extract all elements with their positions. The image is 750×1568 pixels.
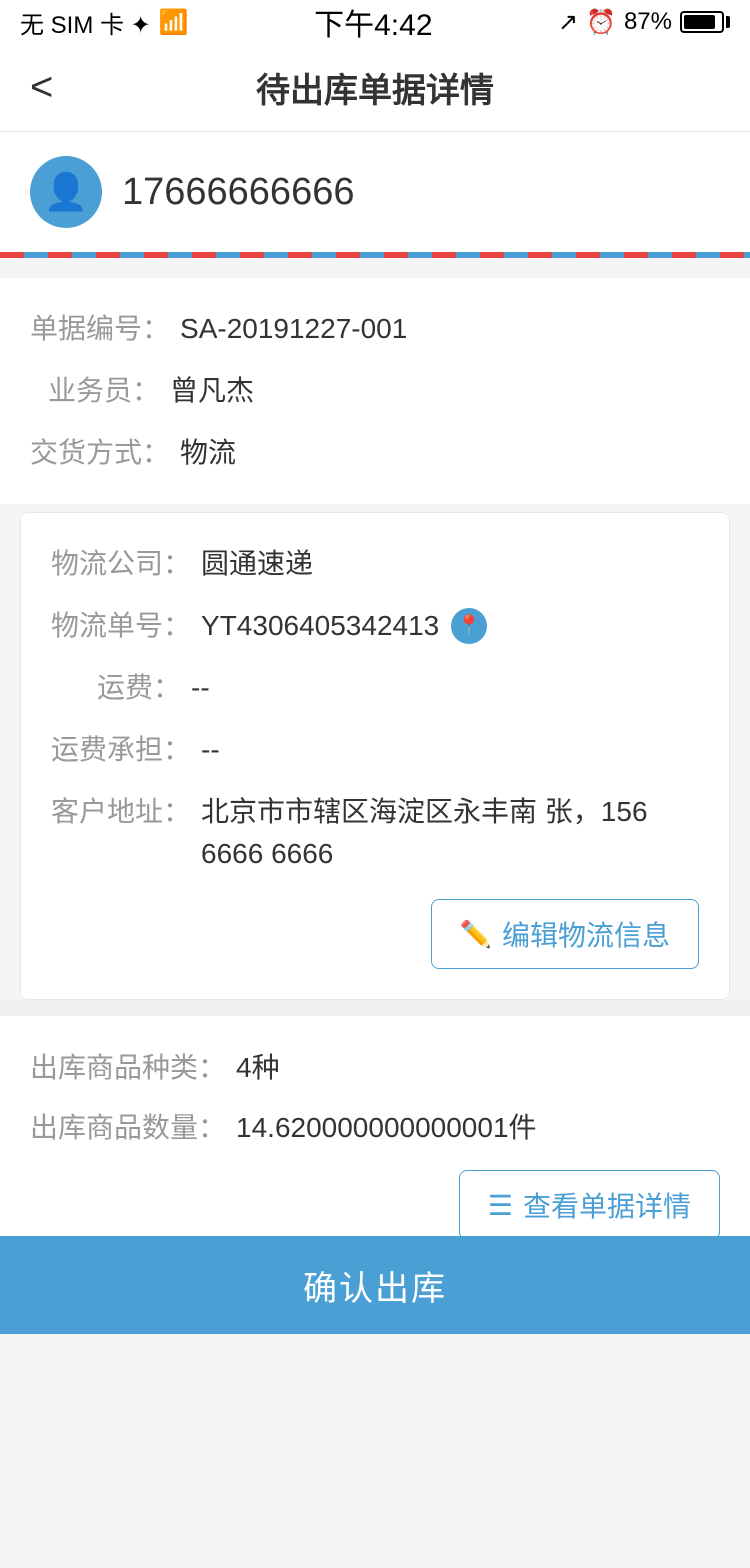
confirm-bar[interactable]: 确认出库 [0, 1236, 750, 1334]
logistics-section: 物流公司： 圆通速递 物流单号： YT43064053424​13 📍 运费： … [20, 512, 730, 1000]
back-button[interactable]: < [30, 65, 53, 110]
logistics-tracking-row: 物流单号： YT43064053424​13 📍 [51, 605, 699, 647]
nav-bar: < 待出库单据详情 [0, 44, 750, 132]
logistics-company-row: 物流公司： 圆通速递 [51, 543, 699, 585]
edit-btn-row: ✏️ 编辑物流信息 [51, 899, 699, 969]
wifi-icon: 📶 [159, 8, 189, 37]
detail-btn-row: ☰ 查看单据详情 [30, 1170, 720, 1240]
status-time: 下午4:42 [314, 0, 432, 44]
edit-logistics-button[interactable]: ✏️ 编辑物流信息 [431, 899, 699, 969]
logistics-freight-bear-value: -- [201, 729, 699, 771]
delivery-label: 交货方式： [30, 432, 170, 474]
view-detail-label: 查看单据详情 [523, 1185, 691, 1225]
goods-section: 出库商品种类： 4种 出库商品数量： 14.620000000000001件 ☰… [0, 1016, 750, 1270]
edit-icon: ✏️ [460, 919, 492, 950]
goods-quantity-value: 14.620000000000001件 [236, 1106, 537, 1146]
order-info-section: 单据编号： SA-20191227-001 业务员： 曾凡杰 交货方式： 物流 [0, 278, 750, 504]
avatar: 👤 [30, 156, 102, 228]
map-pin-icon[interactable]: 📍 [451, 608, 487, 644]
order-number-value: SA-20191227-001 [180, 308, 720, 350]
logistics-company-label: 物流公司： [51, 543, 191, 585]
logistics-freight-value: -- [191, 667, 699, 709]
battery-indicator [680, 11, 730, 33]
alarm-icon: ⏰ [586, 8, 616, 37]
logistics-address-value: 北京市市辖区海淀区永丰南 张，156 6666 6666 [201, 791, 699, 875]
avatar-icon: 👤 [44, 171, 89, 213]
order-number-row: 单据编号： SA-20191227-001 [30, 308, 720, 350]
salesman-label: 业务员： [30, 370, 160, 412]
logistics-address-label: 客户地址： [51, 791, 191, 833]
goods-type-label: 出库商品种类： [30, 1046, 226, 1086]
detail-list-icon: ☰ [488, 1189, 513, 1222]
logistics-address-row: 客户地址： 北京市市辖区海淀区永丰南 张，156 6666 6666 [51, 791, 699, 875]
status-left: 无 SIM 卡 ✦ 📶 [20, 5, 189, 40]
section-separator [0, 1000, 750, 1016]
logistics-tracking-label: 物流单号： [51, 605, 191, 647]
sim-status: 无 SIM 卡 ✦ [20, 5, 151, 40]
status-right: ↗ ⏰ 87% [558, 8, 730, 37]
goods-quantity-row: 出库商品数量： 14.620000000000001件 [30, 1106, 720, 1146]
logistics-freight-label: 运费： [51, 667, 181, 709]
edit-logistics-label: 编辑物流信息 [502, 914, 670, 954]
logistics-company-value: 圆通速递 [201, 543, 699, 585]
page-title: 待出库单据详情 [256, 63, 494, 112]
delivery-value: 物流 [180, 432, 720, 474]
dashed-divider [0, 252, 750, 258]
location-status-icon: ↗ [558, 8, 578, 37]
order-number-label: 单据编号： [30, 308, 170, 350]
logistics-freight-bear-label: 运费承担： [51, 729, 191, 771]
battery-percent: 87% [624, 8, 672, 36]
view-detail-button[interactable]: ☰ 查看单据详情 [459, 1170, 720, 1240]
logistics-tracking-value: YT43064053424​13 📍 [201, 605, 699, 647]
user-header: 👤 17666666666 [0, 132, 750, 252]
logistics-freight-row: 运费： -- [51, 667, 699, 709]
goods-type-value: 4种 [236, 1046, 280, 1086]
status-bar: 无 SIM 卡 ✦ 📶 下午4:42 ↗ ⏰ 87% [0, 0, 750, 44]
goods-quantity-label: 出库商品数量： [30, 1106, 226, 1146]
delivery-row: 交货方式： 物流 [30, 432, 720, 474]
salesman-row: 业务员： 曾凡杰 [30, 370, 720, 412]
confirm-button-label: 确认出库 [303, 1261, 447, 1310]
user-phone: 17666666666 [122, 171, 354, 214]
logistics-freight-bear-row: 运费承担： -- [51, 729, 699, 771]
salesman-value: 曾凡杰 [170, 370, 720, 412]
goods-type-row: 出库商品种类： 4种 [30, 1046, 720, 1086]
